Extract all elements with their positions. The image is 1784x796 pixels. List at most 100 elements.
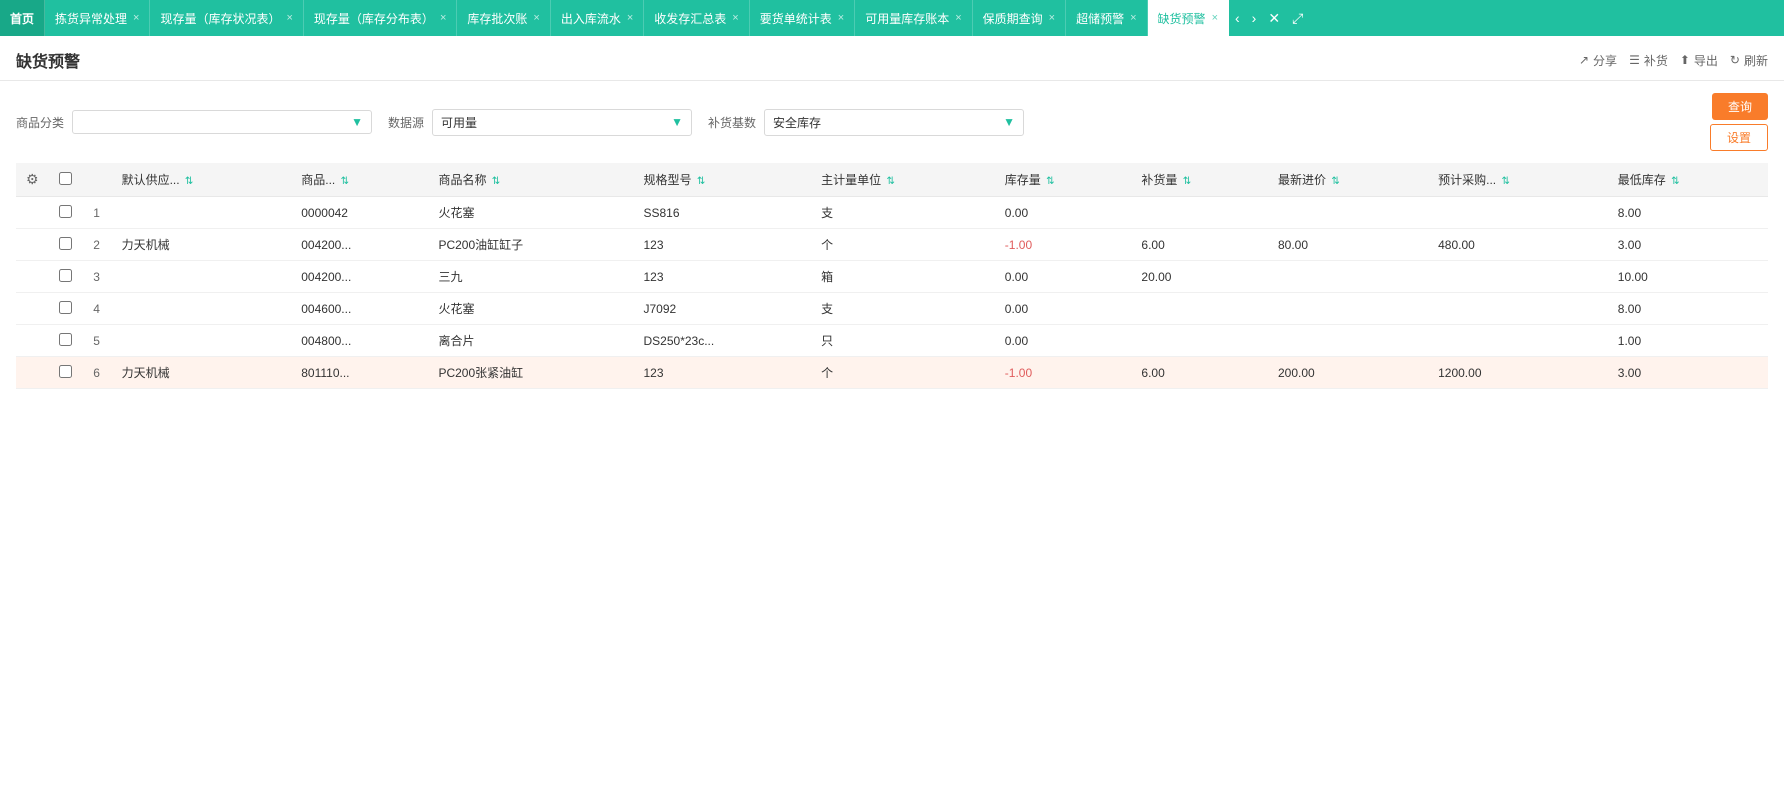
share-icon: ↗	[1579, 53, 1589, 67]
tab-overstock-warning[interactable]: 超储预警 ×	[1066, 0, 1147, 36]
share-button[interactable]: ↗ 分享	[1579, 52, 1617, 69]
filter-area: 商品分类 ▼ 数据源 可用量 ▼ 补货基数 安全库存 ▼ 查询 设置	[0, 81, 1784, 163]
export-button[interactable]: ⬆ 导出	[1680, 52, 1718, 69]
th-spec[interactable]: 规格型号 ⇅	[634, 163, 812, 197]
close-icon[interactable]: ×	[955, 12, 961, 24]
gear-icon[interactable]: ⚙	[26, 171, 39, 188]
th-unit[interactable]: 主计量单位 ⇅	[811, 163, 995, 197]
tab-close-current[interactable]: ✕	[1262, 0, 1286, 36]
row-spec: SS816	[634, 197, 812, 229]
row-checkbox-cell[interactable]	[49, 261, 82, 293]
row-checkbox-cell[interactable]	[49, 229, 82, 261]
table-body: 1 0000042 火花塞 SS816 支 0.00 8.00 2 力天机械 0…	[16, 197, 1768, 389]
th-min-stock[interactable]: 最低库存 ⇅	[1608, 163, 1768, 197]
tab-scroll-left[interactable]: ‹	[1229, 0, 1246, 36]
th-stock-qty-label: 库存量	[1005, 173, 1041, 187]
close-icon[interactable]: ×	[1049, 12, 1055, 24]
page-header: 缺货预警 ↗ 分享 ☰ 补货 ⬆ 导出 ↻ 刷新	[0, 36, 1784, 81]
tab-inventory-dist[interactable]: 现存量（库存分布表） ×	[304, 0, 457, 36]
th-replenish-qty[interactable]: 补货量 ⇅	[1131, 163, 1268, 197]
row-checkbox[interactable]	[59, 269, 72, 282]
datasource-select[interactable]: 可用量 ▼	[432, 109, 692, 136]
tab-avail-inventory[interactable]: 可用量库存账本 ×	[855, 0, 972, 36]
category-filter-label: 商品分类	[16, 114, 64, 131]
replenish-base-select[interactable]: 安全库存 ▼	[764, 109, 1024, 136]
close-icon[interactable]: ×	[440, 12, 446, 24]
close-icon[interactable]: ×	[627, 12, 633, 24]
tab-inventory-batch-label: 库存批次账	[467, 10, 527, 27]
row-min-stock: 8.00	[1608, 197, 1768, 229]
row-checkbox[interactable]	[59, 365, 72, 378]
row-est-purchase	[1428, 293, 1608, 325]
row-checkbox[interactable]	[59, 237, 72, 250]
tab-bar: 首页 拣货异常处理 × 现存量（库存状况表） × 现存量（库存分布表） × 库存…	[0, 0, 1784, 36]
row-gear-cell	[16, 197, 49, 229]
tab-inout-flow[interactable]: 出入库流水 ×	[551, 0, 644, 36]
tab-recv-summary[interactable]: 收发存汇总表 ×	[644, 0, 749, 36]
close-icon[interactable]: ×	[286, 12, 292, 24]
close-icon[interactable]: ×	[838, 12, 844, 24]
select-all-checkbox[interactable]	[59, 172, 72, 185]
close-icon[interactable]: ×	[732, 12, 738, 24]
row-latest-price: 80.00	[1268, 229, 1428, 261]
row-unit: 个	[811, 229, 995, 261]
setting-button[interactable]: 设置	[1710, 124, 1768, 151]
row-checkbox[interactable]	[59, 333, 72, 346]
chevron-down-icon: ▼	[351, 115, 363, 129]
th-default-supplier-label: 默认供应...	[122, 173, 180, 187]
row-checkbox-cell[interactable]	[49, 197, 82, 229]
sort-icon: ⇅	[1501, 176, 1509, 187]
tab-scroll-right[interactable]: ›	[1246, 0, 1263, 36]
tab-maximize[interactable]: ⤢	[1286, 0, 1309, 36]
th-checkbox[interactable]	[49, 163, 82, 197]
tab-overstock-warning-label: 超储预警	[1076, 10, 1124, 27]
refresh-label: 刷新	[1744, 52, 1768, 69]
replenish-button[interactable]: ☰ 补货	[1629, 52, 1668, 69]
sort-icon: ⇅	[1671, 176, 1679, 187]
row-checkbox-cell[interactable]	[49, 357, 82, 389]
tab-purchase-anomaly[interactable]: 拣货异常处理 ×	[45, 0, 150, 36]
tab-inventory-status[interactable]: 现存量（库存状况表） ×	[150, 0, 303, 36]
query-button[interactable]: 查询	[1712, 93, 1768, 120]
refresh-button[interactable]: ↻ 刷新	[1730, 52, 1768, 69]
tab-expiry-query[interactable]: 保质期查询 ×	[973, 0, 1066, 36]
row-gear-cell	[16, 325, 49, 357]
row-checkbox-cell[interactable]	[49, 293, 82, 325]
category-select[interactable]: ▼	[72, 110, 372, 134]
th-stock-qty[interactable]: 库存量 ⇅	[995, 163, 1132, 197]
close-icon[interactable]: ×	[533, 12, 539, 24]
row-checkbox[interactable]	[59, 205, 72, 218]
tab-inventory-batch[interactable]: 库存批次账 ×	[457, 0, 550, 36]
th-product-name-label: 商品名称	[438, 173, 486, 187]
row-gear-cell	[16, 229, 49, 261]
replenish-base-filter-label: 补货基数	[708, 114, 756, 131]
th-latest-price[interactable]: 最新进价 ⇅	[1268, 163, 1428, 197]
tab-inventory-dist-label: 现存量（库存分布表）	[314, 10, 434, 27]
row-checkbox[interactable]	[59, 301, 72, 314]
th-est-purchase[interactable]: 预计采购... ⇅	[1428, 163, 1608, 197]
row-name: PC200油缸缸子	[428, 229, 633, 261]
th-latest-price-label: 最新进价	[1278, 173, 1326, 187]
tab-home[interactable]: 首页	[0, 0, 45, 36]
row-spec: 123	[634, 357, 812, 389]
tab-demand-stats[interactable]: 要货单统计表 ×	[750, 0, 855, 36]
row-replenish: 20.00	[1131, 261, 1268, 293]
row-stock: 0.00	[995, 325, 1132, 357]
row-gear-cell	[16, 357, 49, 389]
close-icon[interactable]: ×	[1130, 12, 1136, 24]
th-product-name[interactable]: 商品名称 ⇅	[428, 163, 633, 197]
row-num: 2	[82, 229, 112, 261]
close-icon[interactable]: ×	[1212, 12, 1218, 24]
row-checkbox-cell[interactable]	[49, 325, 82, 357]
row-gear-cell	[16, 261, 49, 293]
close-icon[interactable]: ×	[133, 12, 139, 24]
row-replenish: 6.00	[1131, 229, 1268, 261]
row-spec: J7092	[634, 293, 812, 325]
th-product-code[interactable]: 商品... ⇅	[291, 163, 428, 197]
table-row: 1 0000042 火花塞 SS816 支 0.00 8.00	[16, 197, 1768, 229]
th-default-supplier[interactable]: 默认供应... ⇅	[112, 163, 292, 197]
sort-icon: ⇅	[185, 176, 193, 187]
tab-shortage-warning[interactable]: 缺货预警 ×	[1148, 0, 1229, 36]
th-num	[82, 163, 112, 197]
th-gear[interactable]: ⚙	[16, 163, 49, 197]
